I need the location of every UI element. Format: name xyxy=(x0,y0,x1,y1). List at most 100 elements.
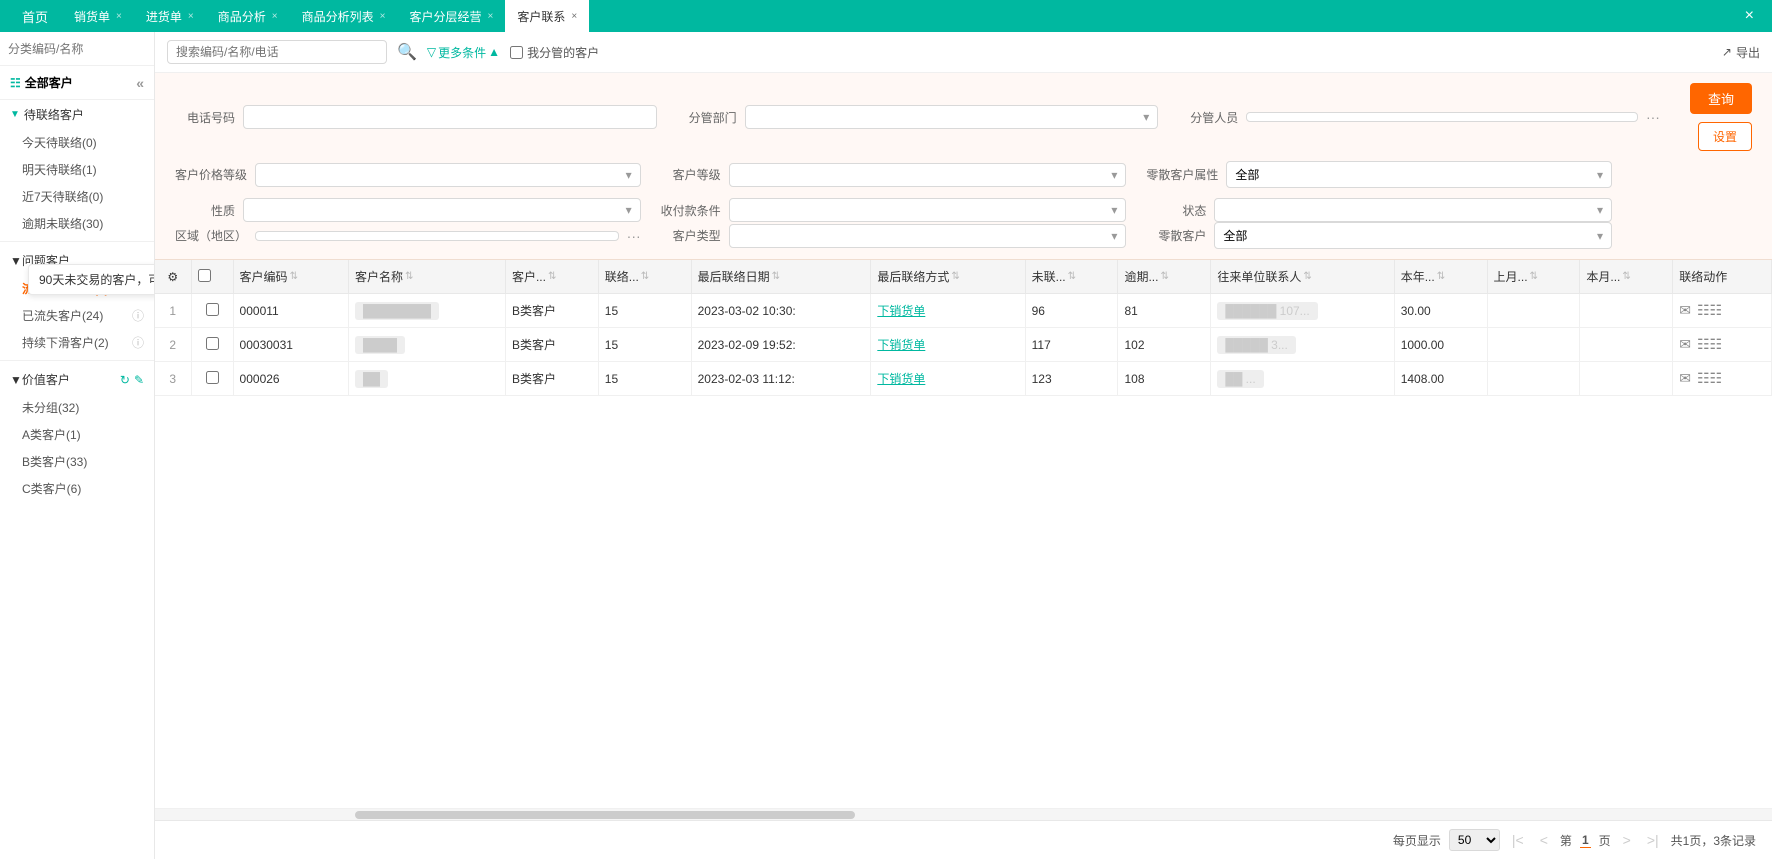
my-customers-filter[interactable]: 我分管的客户 xyxy=(510,44,599,61)
setting-button[interactable]: 设置 xyxy=(1698,122,1752,151)
sidebar-item-7days[interactable]: 近7天待联络(0) xyxy=(0,183,154,210)
nav-tab-customer-layer[interactable]: 客户分层经营 × xyxy=(397,0,505,32)
next-page-button[interactable]: > xyxy=(1619,830,1635,850)
nav-tab-purchase[interactable]: 进货单 × xyxy=(134,0,206,32)
nav-tab-analysis-list[interactable]: 商品分析列表 × xyxy=(290,0,398,32)
nav-tab-customer-contact[interactable]: 客户联系 × xyxy=(505,0,589,32)
payment-select[interactable]: ▾ xyxy=(729,198,1127,222)
search-button[interactable]: 🔍 xyxy=(397,42,417,62)
price-level-select[interactable]: ▾ xyxy=(255,163,641,187)
more-action-icon[interactable]: ☷☷ xyxy=(1697,370,1722,387)
last-page-button[interactable]: >| xyxy=(1643,830,1663,850)
th-last-method[interactable]: 最后联络方式⇅ xyxy=(871,260,1025,294)
sidebar-item-lost[interactable]: 已流失客户(24) ⓘ xyxy=(0,302,154,329)
retail-attr-select[interactable]: 全部 ▾ xyxy=(1226,161,1612,188)
th-type[interactable]: 客户...⇅ xyxy=(505,260,598,294)
sidebar-all-customers[interactable]: ☷ 全部客户 « xyxy=(0,66,154,100)
row-checkbox[interactable] xyxy=(191,294,233,328)
close-icon[interactable]: × xyxy=(116,11,122,22)
dots-icon[interactable]: ··· xyxy=(1646,109,1660,125)
row-last-method[interactable]: 下销货单 xyxy=(871,294,1025,328)
select-all-checkbox[interactable] xyxy=(198,269,211,282)
row-last-method[interactable]: 下销货单 xyxy=(871,328,1025,362)
collapse-icon[interactable]: « xyxy=(136,75,144,91)
table-body: 1 000011 ████████ B类客户 15 2023-03-02 10:… xyxy=(155,294,1772,396)
region-field: 区域（地区） ··· xyxy=(175,227,641,244)
manager-select[interactable] xyxy=(1246,112,1638,122)
sidebar-section-value[interactable]: ▼ 价值客户 ↻ ✎ xyxy=(0,365,154,394)
edit-icon[interactable]: ✎ xyxy=(134,373,144,387)
th-this-month[interactable]: 本月...⇅ xyxy=(1580,260,1673,294)
chevron-down-icon: ▾ xyxy=(626,203,632,217)
close-icon[interactable]: × xyxy=(272,11,278,22)
more-action-icon[interactable]: ☷☷ xyxy=(1697,302,1722,319)
row-type: B类客户 xyxy=(505,362,598,396)
horizontal-scrollbar[interactable] xyxy=(155,808,1772,820)
retail-customer-select[interactable]: 全部 ▾ xyxy=(1214,222,1612,249)
sidebar-search-input[interactable] xyxy=(8,42,155,56)
th-this-year[interactable]: 本年...⇅ xyxy=(1394,260,1487,294)
dots-icon[interactable]: ··· xyxy=(627,228,641,244)
per-page-select[interactable]: 50 100 200 xyxy=(1449,829,1500,851)
nature-select[interactable]: ▾ xyxy=(243,198,641,222)
phone-input[interactable] xyxy=(243,105,657,129)
search-input[interactable] xyxy=(167,40,387,64)
sidebar-item-declining[interactable]: 持续下滑客户(2) ⓘ xyxy=(0,329,154,356)
chevron-down-icon: ▾ xyxy=(1143,110,1149,124)
th-last-month[interactable]: 上月...⇅ xyxy=(1487,260,1580,294)
dept-select[interactable]: ▾ xyxy=(745,105,1159,129)
row-select-checkbox[interactable] xyxy=(206,371,219,384)
th-contact2[interactable]: 往来单位联系人⇅ xyxy=(1211,260,1394,294)
sidebar-item-class-b[interactable]: B类客户(33) xyxy=(0,448,154,475)
row-this-year: 1000.00 xyxy=(1394,328,1487,362)
sort-icon: ⇅ xyxy=(641,271,649,282)
first-page-button[interactable]: |< xyxy=(1508,830,1528,850)
th-code[interactable]: 客户编码⇅ xyxy=(233,260,348,294)
sidebar-item-class-c[interactable]: C类客户(6) xyxy=(0,475,154,502)
status-select[interactable]: ▾ xyxy=(1214,198,1612,222)
row-checkbox[interactable] xyxy=(191,362,233,396)
sort-icon: ⇅ xyxy=(1622,271,1630,282)
close-icon[interactable]: × xyxy=(188,11,194,22)
row-checkbox[interactable] xyxy=(191,328,233,362)
my-customers-checkbox[interactable] xyxy=(510,46,523,59)
info-icon: ⓘ xyxy=(132,307,144,324)
sidebar-item-today[interactable]: 今天待联络(0) xyxy=(0,129,154,156)
row-last-method[interactable]: 下销货单 xyxy=(871,362,1025,396)
refresh-icon[interactable]: ↻ xyxy=(120,373,130,387)
prev-page-button[interactable]: < xyxy=(1536,830,1552,850)
sidebar-item-ungroup[interactable]: 未分组(32) xyxy=(0,394,154,421)
nav-tab-sales[interactable]: 销货单 × xyxy=(62,0,134,32)
customer-type-select[interactable]: ▾ xyxy=(729,224,1127,248)
scrollbar-thumb[interactable] xyxy=(355,811,855,819)
more-action-icon[interactable]: ☷☷ xyxy=(1697,336,1722,353)
close-icon[interactable]: × xyxy=(571,11,577,22)
more-conditions-button[interactable]: ▽ 更多条件 ▲ xyxy=(427,44,500,61)
sidebar-item-overdue[interactable]: 逾期未联络(30) xyxy=(0,210,154,237)
table-row: 1 000011 ████████ B类客户 15 2023-03-02 10:… xyxy=(155,294,1772,328)
sidebar-item-tomorrow[interactable]: 明天待联络(1) xyxy=(0,156,154,183)
row-select-checkbox[interactable] xyxy=(206,337,219,350)
th-uncontact[interactable]: 未联...⇅ xyxy=(1025,260,1118,294)
th-contact[interactable]: 联络...⇅ xyxy=(598,260,691,294)
sidebar-section-pending[interactable]: ▼ 待联络客户 xyxy=(0,100,154,129)
contact-icon[interactable]: ✉ xyxy=(1679,370,1691,387)
contact-icon[interactable]: ✉ xyxy=(1679,336,1691,353)
filter-row-3: 性质 ▾ 收付款条件 ▾ 状态 xyxy=(175,198,1752,222)
close-icon[interactable]: × xyxy=(380,11,386,22)
th-last-date[interactable]: 最后联络日期⇅ xyxy=(691,260,871,294)
contact-icon[interactable]: ✉ xyxy=(1679,302,1691,319)
nav-tab-analysis[interactable]: 商品分析 × xyxy=(206,0,290,32)
th-name[interactable]: 客户名称⇅ xyxy=(349,260,506,294)
sidebar-item-class-a[interactable]: A类客户(1) xyxy=(0,421,154,448)
close-icon[interactable]: × xyxy=(487,11,493,22)
query-button[interactable]: 查询 xyxy=(1690,83,1752,114)
export-button[interactable]: ↗ 导出 xyxy=(1722,44,1760,61)
th-overdue[interactable]: 逾期...⇅ xyxy=(1118,260,1211,294)
customer-level-select[interactable]: ▾ xyxy=(729,163,1127,187)
row-select-checkbox[interactable] xyxy=(206,303,219,316)
close-all-button[interactable]: × xyxy=(1735,7,1764,25)
nav-home[interactable]: 首页 xyxy=(8,0,62,32)
th-settings[interactable]: ⚙ xyxy=(155,260,191,294)
region-select[interactable] xyxy=(255,231,619,241)
